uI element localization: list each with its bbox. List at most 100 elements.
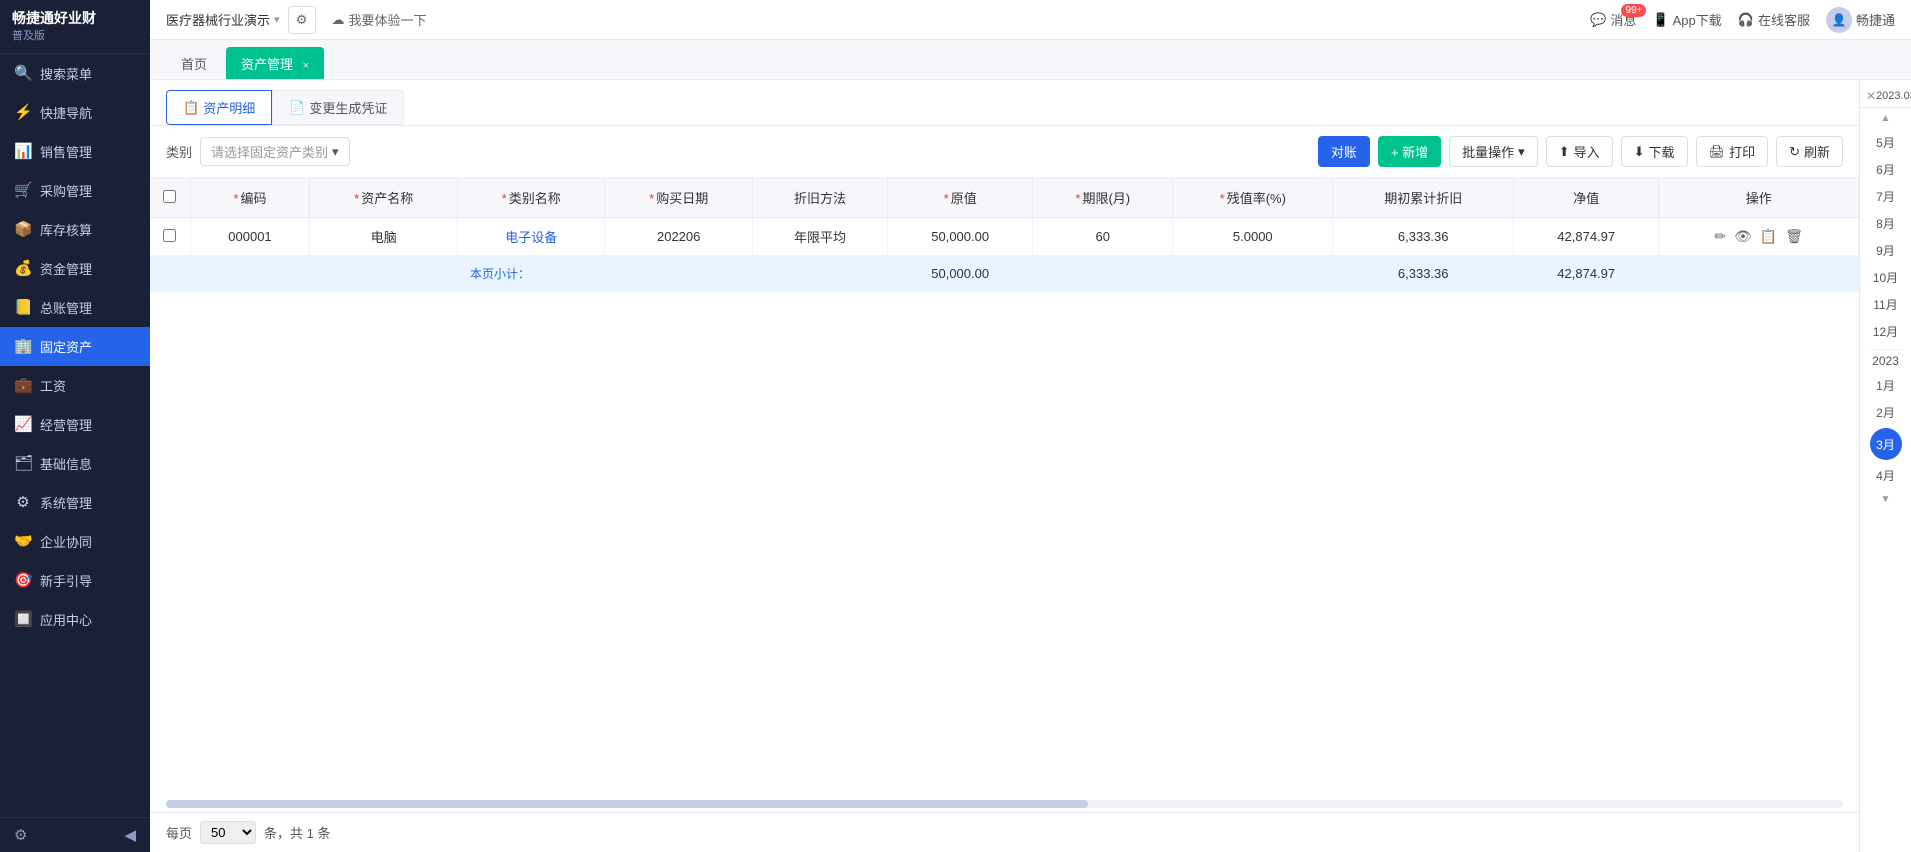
subtotal-original-value: 50,000.00	[888, 256, 1033, 292]
view-icon[interactable]: 👁	[1734, 228, 1752, 245]
settings-button[interactable]: ⚙	[288, 6, 316, 34]
sidebar-label-3: 采购管理	[40, 181, 92, 200]
settings-icon[interactable]: ⚙	[14, 826, 27, 844]
sidebar-item-系统管理[interactable]: ⚙系统管理	[0, 483, 150, 522]
month-item[interactable]: 7月	[1870, 183, 1902, 210]
message-icon: 💬	[1590, 12, 1606, 28]
month-item[interactable]: 3月	[1870, 428, 1902, 460]
per-page-select[interactable]: 50 100 200	[200, 821, 256, 844]
tab-home[interactable]: 首页	[166, 47, 222, 79]
copy-icon[interactable]: 📋	[1760, 228, 1777, 245]
sidebar-item-固定资产[interactable]: 🏢固定资产	[0, 327, 150, 366]
month-scroll-down[interactable]: ▼	[1860, 489, 1911, 510]
experience-icon: ☁	[332, 12, 345, 28]
message-button[interactable]: 💬 消息 99+	[1590, 10, 1636, 29]
sub-tab-asset-detail[interactable]: 📋 资产明细	[166, 90, 272, 125]
sidebar-item-总账管理[interactable]: 📒总账管理	[0, 288, 150, 327]
app-name: 畅捷通好业财	[12, 10, 138, 27]
sidebar-item-资金管理[interactable]: 💰资金管理	[0, 249, 150, 288]
print-button[interactable]: 🖨 打印	[1696, 136, 1769, 167]
app-edition: 普及版	[12, 27, 138, 43]
subtotal-accumulated-depreciation: 6,333.36	[1333, 256, 1514, 292]
sidebar-item-销售管理[interactable]: 📊销售管理	[0, 132, 150, 171]
month-item[interactable]: 4月	[1870, 462, 1902, 489]
month-item[interactable]: 6月	[1870, 156, 1902, 183]
month-item[interactable]: 10月	[1870, 264, 1902, 291]
sidebar-icon-8: 💼	[14, 376, 32, 394]
sidebar-item-新手引导[interactable]: 🎯新手引导	[0, 561, 150, 600]
sidebar-item-经营管理[interactable]: 📈经营管理	[0, 405, 150, 444]
sidebar-item-企业协同[interactable]: 🤝企业协同	[0, 522, 150, 561]
sub-tabs: 📋 资产明细 📄 变更生成凭证	[150, 80, 1859, 126]
sidebar-label-0: 搜索菜单	[40, 64, 92, 83]
subtotal-label: 本页小计：	[470, 267, 530, 281]
refresh-icon: ↻	[1789, 144, 1800, 160]
sidebar-icon-0: 🔍	[14, 64, 32, 82]
batch-dropdown-arrow: ▾	[1518, 144, 1525, 160]
download-button[interactable]: ⬇ 下载	[1621, 136, 1688, 167]
month-item[interactable]: 2月	[1870, 399, 1902, 426]
print-icon: 🖨	[1709, 144, 1726, 160]
company-dropdown-arrow: ▾	[274, 13, 280, 26]
row-name: 电脑	[310, 218, 457, 256]
sidebar-label-1: 快捷导航	[40, 103, 92, 122]
pagination: 每页 50 100 200 条，共 1 条	[150, 812, 1859, 852]
app-download-button[interactable]: 📱 App下载	[1652, 10, 1721, 29]
sidebar-icon-2: 📊	[14, 142, 32, 160]
select-all-checkbox[interactable]	[163, 190, 176, 203]
sidebar-item-工资[interactable]: 💼 工资	[0, 366, 150, 405]
sidebar-label-5: 资金管理	[40, 259, 92, 278]
batch-button[interactable]: 批量操作 ▾	[1449, 136, 1538, 167]
sidebar-icon-4: 📦	[14, 220, 32, 238]
sidebar-item-基础信息[interactable]: 🗂基础信息	[0, 444, 150, 483]
tab-bar: 首页 资产管理 ×	[150, 40, 1911, 80]
month-item[interactable]: 11月	[1870, 291, 1902, 318]
sidebar-item-应用中心[interactable]: 🔲应用中心	[0, 600, 150, 639]
close-tab-icon[interactable]: ×	[303, 60, 309, 72]
sidebar-item-快捷导航[interactable]: ⚡快捷导航	[0, 93, 150, 132]
refresh-button[interactable]: ↻ 刷新	[1776, 136, 1843, 167]
import-button[interactable]: ⬆ 导入	[1546, 136, 1613, 167]
sidebar-label-10: 基础信息	[40, 454, 92, 473]
tab-asset-management[interactable]: 资产管理 ×	[226, 47, 324, 79]
sidebar-item-库存核算[interactable]: 📦库存核算	[0, 210, 150, 249]
month-scroll-up[interactable]: ▲	[1860, 108, 1911, 129]
month-item[interactable]: 8月	[1870, 210, 1902, 237]
category-placeholder: 请选择固定资产类别	[211, 142, 328, 161]
sidebar-icon-12: 🤝	[14, 532, 32, 550]
new-button[interactable]: + 新增	[1378, 136, 1441, 167]
sidebar-item-搜索菜单[interactable]: 🔍 搜索菜单	[0, 54, 150, 93]
experience-button[interactable]: ☁ 我要体验一下	[332, 10, 427, 29]
row-category: 电子设备	[457, 218, 604, 256]
category-filter-label: 类别	[166, 142, 192, 161]
th-action: 操作	[1659, 178, 1859, 218]
reconcile-button[interactable]: 对账	[1318, 136, 1370, 167]
month-item[interactable]: 1月	[1870, 372, 1902, 399]
user-profile[interactable]: 👤 畅捷通	[1826, 7, 1895, 33]
horizontal-scrollbar[interactable]	[166, 800, 1843, 808]
sidebar-scroll: 🔍 搜索菜单 ⚡快捷导航📊销售管理🛒采购管理📦库存核算💰资金管理📒总账管理🏢固定资产…	[0, 54, 150, 817]
sidebar-label-13: 新手引导	[40, 571, 92, 590]
edit-icon[interactable]: ✏	[1714, 228, 1726, 245]
category-filter-select[interactable]: 请选择固定资产类别 ▾	[200, 137, 350, 166]
delete-icon[interactable]: 🗑	[1785, 228, 1803, 245]
collapse-panel-icon[interactable]: ✕	[1866, 89, 1876, 103]
online-service-button[interactable]: 🎧 在线客服	[1738, 10, 1810, 29]
toolbar-right: 对账 + 新增 批量操作 ▾ ⬆ 导入 ⬇ 下载	[1318, 136, 1843, 167]
sidebar-label-8: 工资	[40, 376, 66, 395]
sub-tab-voucher-generation[interactable]: 📄 变更生成凭证	[272, 90, 404, 125]
month-item[interactable]: 12月	[1870, 318, 1902, 345]
row-checkbox-0[interactable]	[163, 229, 176, 242]
online-service-label: 在线客服	[1758, 10, 1810, 29]
sidebar-icon-9: 📈	[14, 415, 32, 433]
company-name: 医疗器械行业演示	[166, 10, 270, 29]
sidebar-item-采购管理[interactable]: 🛒采购管理	[0, 171, 150, 210]
collapse-icon[interactable]: ◀	[124, 826, 136, 844]
row-period: 60	[1033, 218, 1173, 256]
month-item[interactable]: 5月	[1870, 129, 1902, 156]
sidebar: 畅捷通好业财 普及版 🔍 搜索菜单 ⚡快捷导航📊销售管理🛒采购管理📦库存核算💰资金管…	[0, 0, 150, 852]
th-depreciation-method: 折旧方法	[752, 178, 887, 218]
month-item[interactable]: 9月	[1870, 237, 1902, 264]
sidebar-icon-7: 🏢	[14, 337, 32, 355]
company-selector[interactable]: 医疗器械行业演示 ▾	[166, 10, 280, 29]
